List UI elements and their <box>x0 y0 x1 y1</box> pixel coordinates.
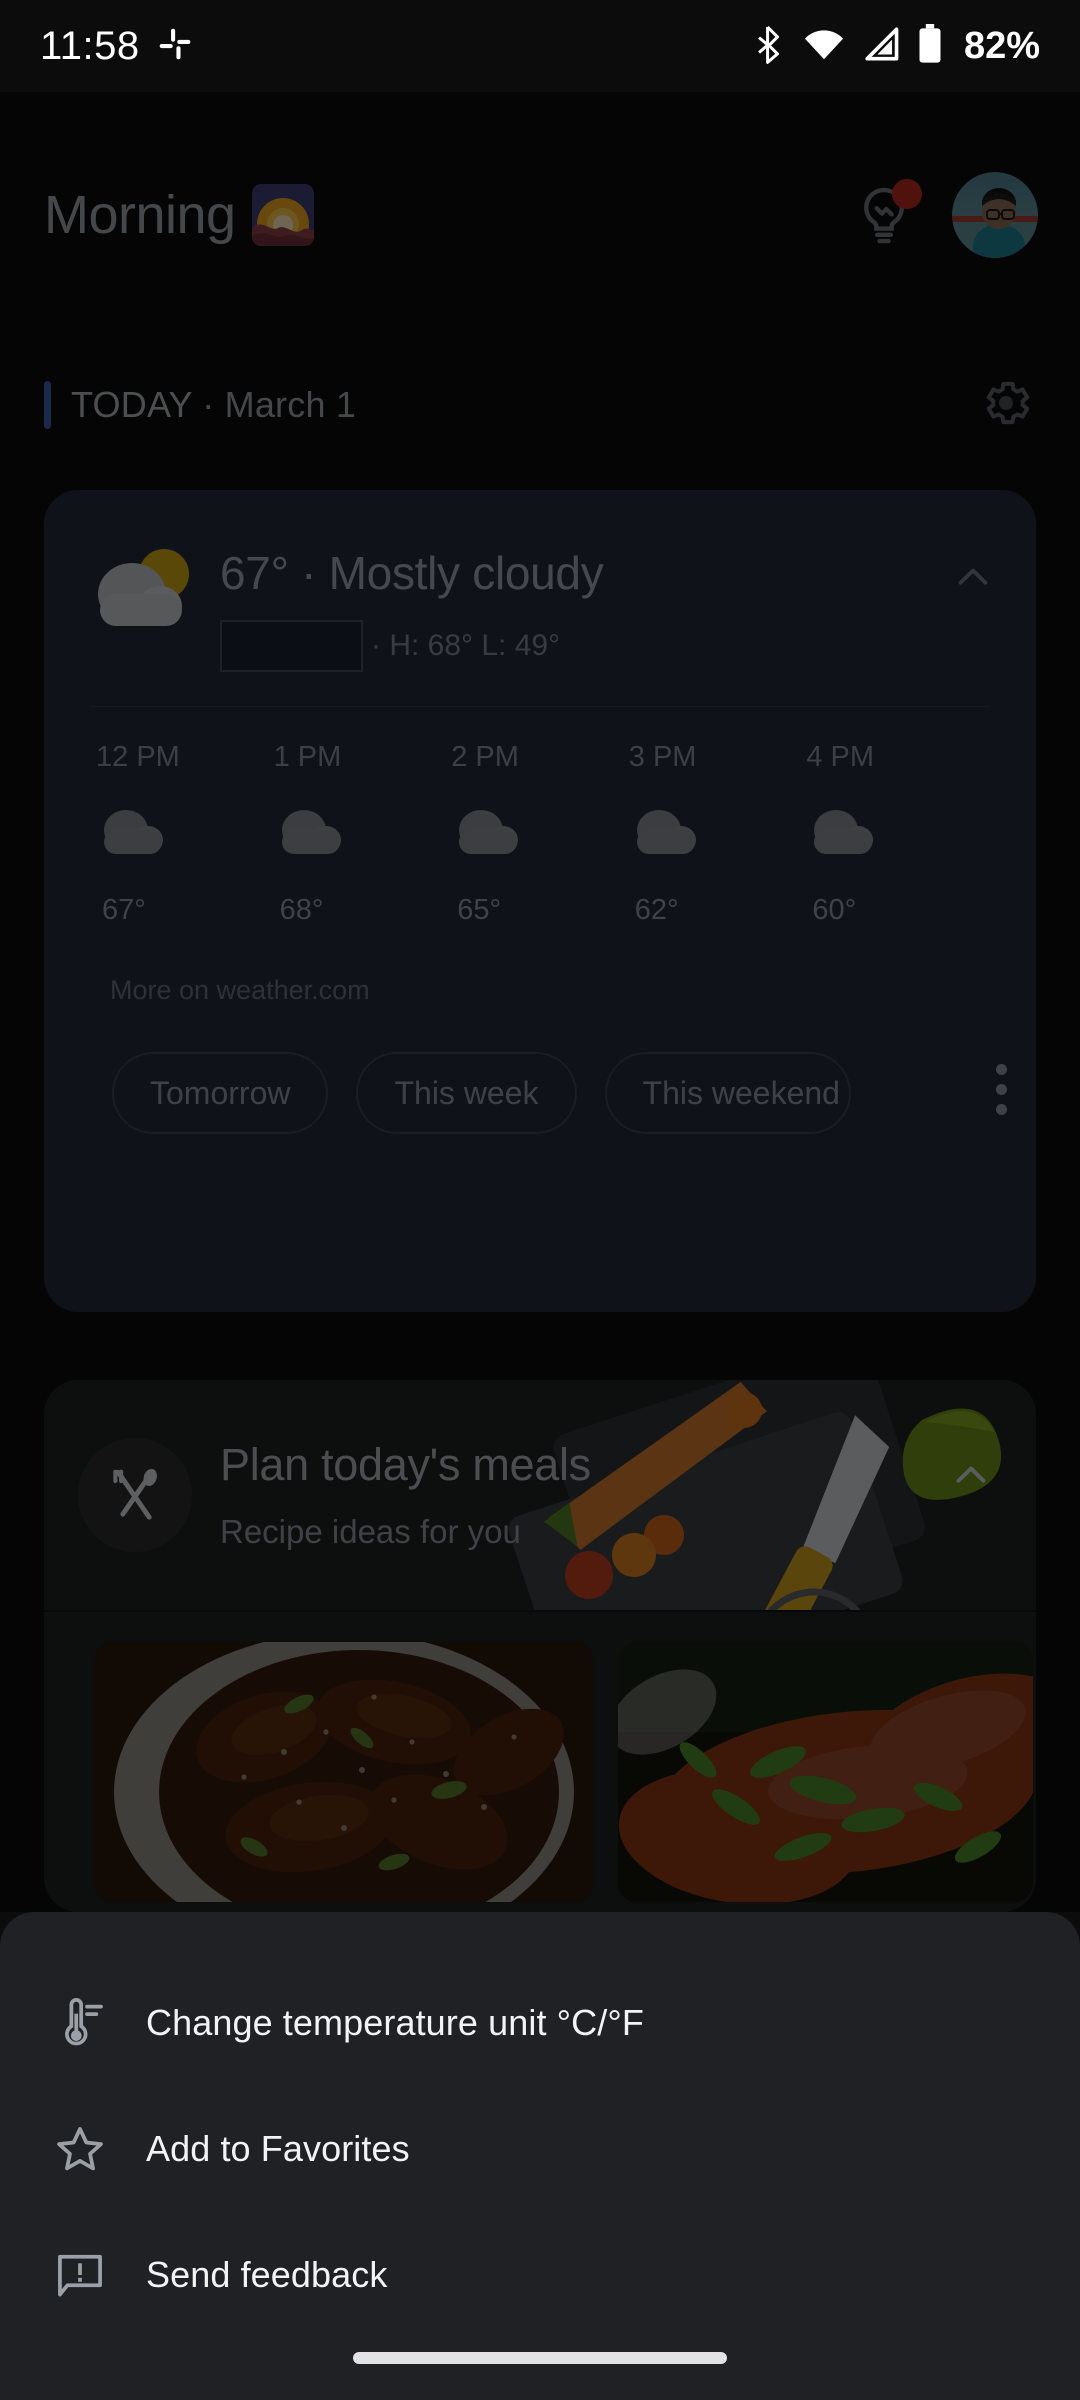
bluetooth-icon <box>752 24 786 69</box>
feedback-icon <box>44 2247 116 2303</box>
slack-icon <box>158 27 192 66</box>
thermometer-icon <box>44 1995 116 2051</box>
menu-label: Add to Favorites <box>146 2128 410 2169</box>
cellular-signal-icon <box>862 27 900 66</box>
system-navigation-bar <box>0 2316 1080 2400</box>
home-gesture-pill[interactable] <box>353 2352 727 2364</box>
modal-scrim[interactable] <box>0 0 1080 1912</box>
status-bar-right: 82% <box>752 23 1040 69</box>
status-bar-left: 11:58 <box>40 24 192 69</box>
battery-percent-label: 82% <box>963 24 1040 67</box>
menu-label: Change temperature unit °C/°F <box>146 2002 644 2043</box>
battery-icon <box>917 23 943 69</box>
status-bar: 11:58 82% <box>0 0 1080 92</box>
menu-label: Send feedback <box>146 2254 388 2295</box>
menu-item-add-to-favorites[interactable]: Add to Favorites <box>0 2086 1080 2212</box>
status-bar-clock: 11:58 <box>40 23 140 68</box>
star-outline-icon <box>44 2121 116 2177</box>
wifi-icon <box>803 27 845 66</box>
menu-item-change-temperature-unit[interactable]: Change temperature unit °C/°F <box>0 1960 1080 2086</box>
